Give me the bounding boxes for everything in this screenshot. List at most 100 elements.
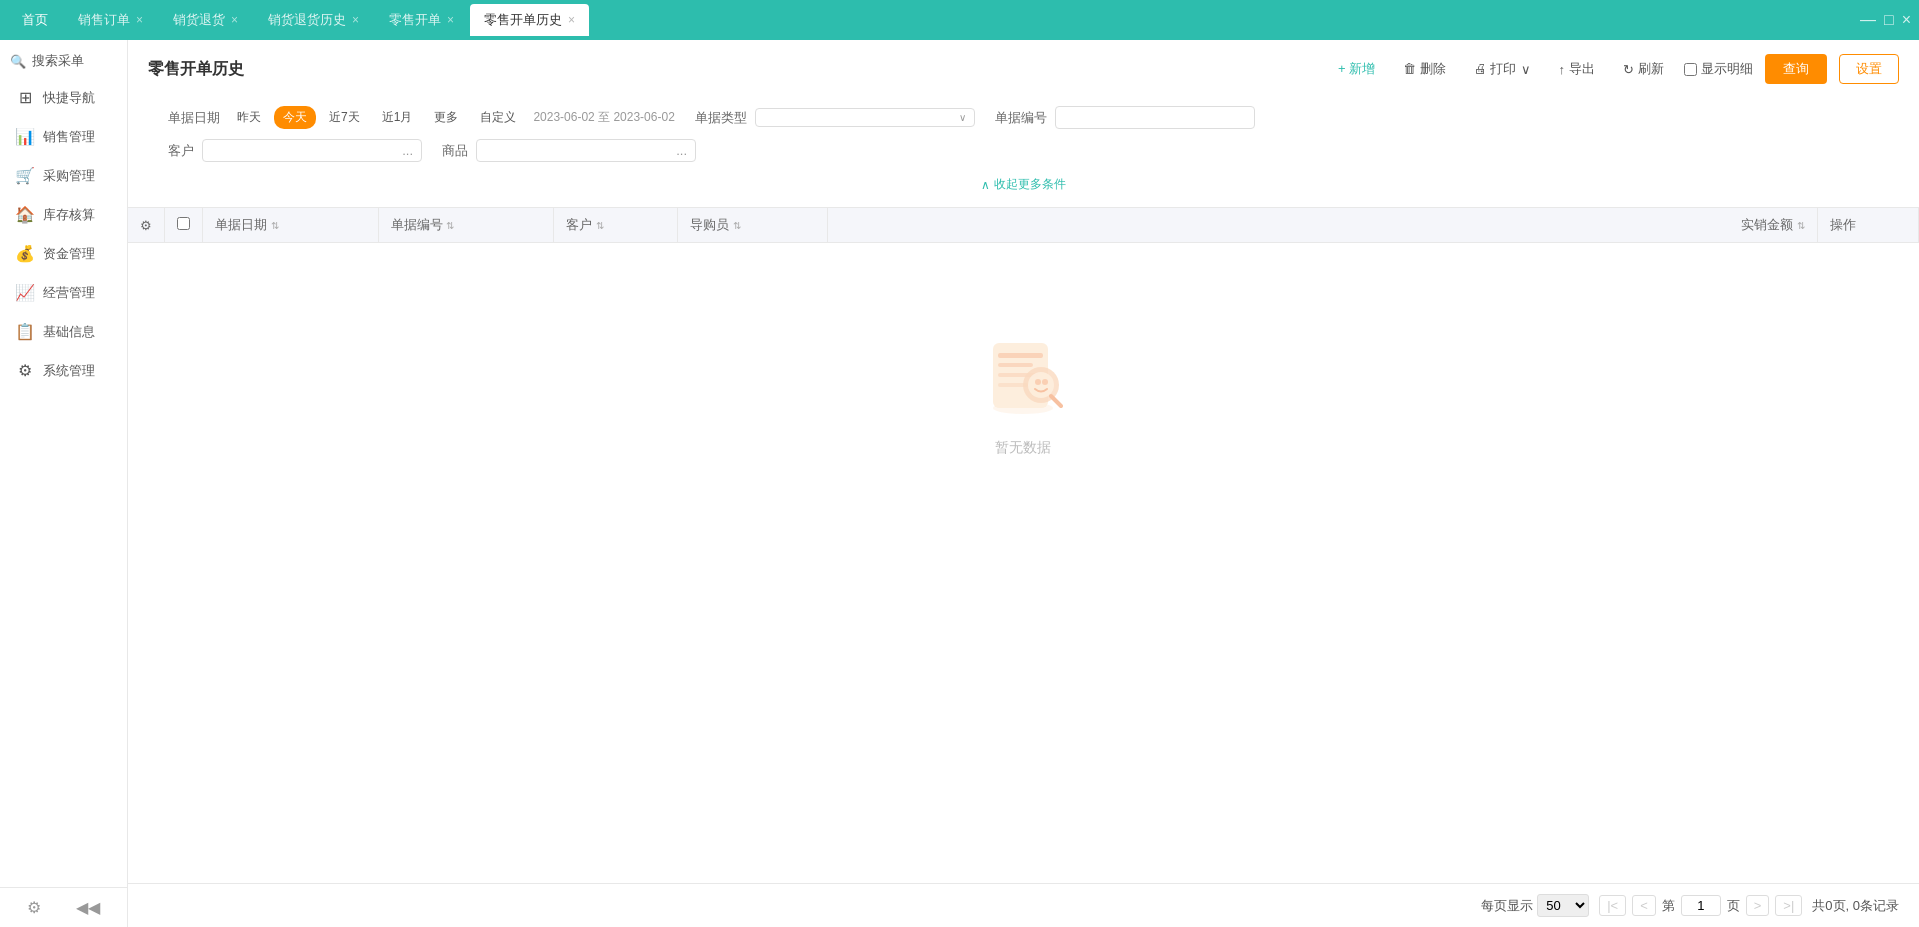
- tab-bar: 首页 销售订单 × 销货退货 × 销货退货历史 × 零售开单 × 零售开单历史 …: [0, 0, 1919, 40]
- goods-input-wrapper: ...: [476, 139, 696, 162]
- tab-retail-open[interactable]: 零售开单 ×: [375, 4, 468, 36]
- sidebar-item-operations-label: 经营管理: [43, 284, 95, 302]
- page-title: 零售开单历史: [148, 59, 244, 80]
- th-date-label: 单据日期: [215, 217, 267, 232]
- pagination-bar: 每页显示 50 100 200 |< < 第 页 > >| 共0页, 0条记录: [128, 883, 1919, 927]
- sidebar-item-quick-nav[interactable]: ⊞ 快捷导航: [0, 78, 127, 117]
- sidebar-item-system-label: 系统管理: [43, 362, 95, 380]
- settings-button[interactable]: 设置: [1839, 54, 1899, 84]
- page-nav: |< < 第 页 > >|: [1599, 895, 1802, 916]
- refresh-button[interactable]: ↻ 刷新: [1615, 56, 1672, 82]
- th-action: 操作: [1817, 208, 1918, 243]
- toolbar-actions: + 新增 🗑 删除 🖨 打印 ∨ ↑ 导出 ↻ 刷新: [1330, 54, 1899, 84]
- tab-sales-return-history-label: 销货退货历史: [268, 11, 346, 29]
- sidebar-item-basic-info[interactable]: 📋 基础信息: [0, 312, 127, 351]
- last-page-button[interactable]: >|: [1775, 895, 1802, 916]
- th-settings[interactable]: ⚙: [128, 208, 165, 243]
- tab-sales-order[interactable]: 销售订单 ×: [64, 4, 157, 36]
- bill-no-input[interactable]: [1064, 110, 1246, 125]
- bill-no-label: 单据编号: [995, 109, 1047, 127]
- date-more-btn[interactable]: 更多: [425, 106, 467, 129]
- tab-retail-open-close[interactable]: ×: [447, 13, 454, 27]
- filter-row-2: 客户 ... 商品 ...: [168, 139, 1879, 162]
- search-icon: 🔍: [10, 54, 26, 69]
- display-detail-checkbox[interactable]: 显示明细: [1684, 60, 1753, 78]
- system-icon: ⚙: [15, 361, 35, 380]
- th-amount-sort-icon[interactable]: ⇅: [1797, 220, 1805, 231]
- tab-sales-return-history-close[interactable]: ×: [352, 13, 359, 27]
- sidebar-search[interactable]: 🔍 搜索采单: [0, 40, 127, 78]
- table-body: 暂无数据: [128, 243, 1919, 538]
- th-guide-sort-icon[interactable]: ⇅: [733, 220, 741, 231]
- date-last7-btn[interactable]: 近7天: [320, 106, 369, 129]
- sidebar-item-finance[interactable]: 💰 资金管理: [0, 234, 127, 273]
- svg-point-9: [1035, 379, 1041, 385]
- th-guide: 导购员 ⇅: [678, 208, 828, 243]
- next-page-button[interactable]: >: [1746, 895, 1770, 916]
- tab-retail-open-history[interactable]: 零售开单历史 ×: [470, 4, 589, 36]
- sidebar-settings-icon[interactable]: ⚙: [27, 898, 41, 917]
- tab-retail-open-history-close[interactable]: ×: [568, 13, 575, 27]
- close-icon[interactable]: ×: [1902, 11, 1911, 29]
- sidebar-collapse-icon[interactable]: ◀◀: [76, 898, 100, 917]
- refresh-label: 刷新: [1638, 60, 1664, 78]
- print-label: 🖨 打印: [1474, 60, 1517, 78]
- date-filter-field: 单据日期 昨天 今天 近7天 近1月 更多 自定义 2023-06-02 至 2…: [168, 106, 675, 129]
- collapse-filters-btn[interactable]: ∧ 收起更多条件: [168, 172, 1879, 197]
- th-bill-no: 单据编号 ⇅: [378, 208, 554, 243]
- export-button[interactable]: ↑ 导出: [1551, 56, 1604, 82]
- goods-field: 商品 ...: [442, 139, 696, 162]
- query-button[interactable]: 查询: [1765, 54, 1827, 84]
- select-all-checkbox[interactable]: [177, 217, 190, 230]
- display-detail-input[interactable]: [1684, 63, 1697, 76]
- sales-mgmt-icon: 📊: [15, 127, 35, 146]
- page-size-select: 每页显示 50 100 200: [1481, 894, 1589, 917]
- sidebar-item-purchase-mgmt[interactable]: 🛒 采购管理: [0, 156, 127, 195]
- date-last1m-btn[interactable]: 近1月: [373, 106, 422, 129]
- tab-sales-order-label: 销售订单: [78, 11, 130, 29]
- goods-input[interactable]: [485, 143, 676, 158]
- refresh-icon: ↻: [1623, 62, 1634, 77]
- sidebar-item-sales-mgmt[interactable]: 📊 销售管理: [0, 117, 127, 156]
- add-button[interactable]: + 新增: [1330, 56, 1383, 82]
- window-controls: — □ ×: [1860, 11, 1911, 29]
- page-size-dropdown[interactable]: 50 100 200: [1537, 894, 1589, 917]
- minimize-icon[interactable]: —: [1860, 11, 1876, 29]
- sidebar-item-system[interactable]: ⚙ 系统管理: [0, 351, 127, 390]
- prev-page-button[interactable]: <: [1632, 895, 1656, 916]
- first-page-button[interactable]: |<: [1599, 895, 1626, 916]
- customer-label: 客户: [168, 142, 194, 160]
- th-bill-no-sort-icon[interactable]: ⇅: [446, 220, 454, 231]
- th-date: 单据日期 ⇅: [203, 208, 379, 243]
- table-settings-icon[interactable]: ⚙: [140, 218, 152, 233]
- tab-sales-return[interactable]: 销货退货 ×: [159, 4, 252, 36]
- page-number-input[interactable]: [1681, 895, 1721, 916]
- bill-type-select[interactable]: ∨: [755, 108, 975, 127]
- tab-retail-open-label: 零售开单: [389, 11, 441, 29]
- tab-sales-order-close[interactable]: ×: [136, 13, 143, 27]
- delete-button[interactable]: 🗑 删除: [1395, 56, 1454, 82]
- table-container: ⚙ 单据日期 ⇅ 单据编号 ⇅: [128, 208, 1919, 883]
- tab-sales-return-close[interactable]: ×: [231, 13, 238, 27]
- tab-home[interactable]: 首页: [8, 4, 62, 36]
- quick-nav-icon: ⊞: [15, 88, 35, 107]
- inventory-icon: 🏠: [15, 205, 35, 224]
- date-custom-btn[interactable]: 自定义: [471, 106, 525, 129]
- tab-sales-return-history[interactable]: 销货退货历史 ×: [254, 4, 373, 36]
- date-today-btn[interactable]: 今天: [274, 106, 316, 129]
- bill-type-arrow-icon: ∨: [959, 112, 966, 123]
- date-yesterday-btn[interactable]: 昨天: [228, 106, 270, 129]
- customer-input[interactable]: [211, 143, 402, 158]
- table-header-row: ⚙ 单据日期 ⇅ 单据编号 ⇅: [128, 208, 1919, 243]
- empty-state-icon: [973, 323, 1073, 423]
- sidebar-item-operations[interactable]: 📈 经营管理: [0, 273, 127, 312]
- sidebar-item-inventory[interactable]: 🏠 库存核算: [0, 195, 127, 234]
- sidebar-search-label: 搜索采单: [32, 52, 84, 70]
- maximize-icon[interactable]: □: [1884, 11, 1894, 29]
- th-checkbox[interactable]: [165, 208, 203, 243]
- bill-type-label: 单据类型: [695, 109, 747, 127]
- th-customer-sort-icon[interactable]: ⇅: [596, 220, 604, 231]
- th-date-sort-icon[interactable]: ⇅: [271, 220, 279, 231]
- tab-sales-return-label: 销货退货: [173, 11, 225, 29]
- print-button[interactable]: 🖨 打印 ∨: [1466, 56, 1539, 82]
